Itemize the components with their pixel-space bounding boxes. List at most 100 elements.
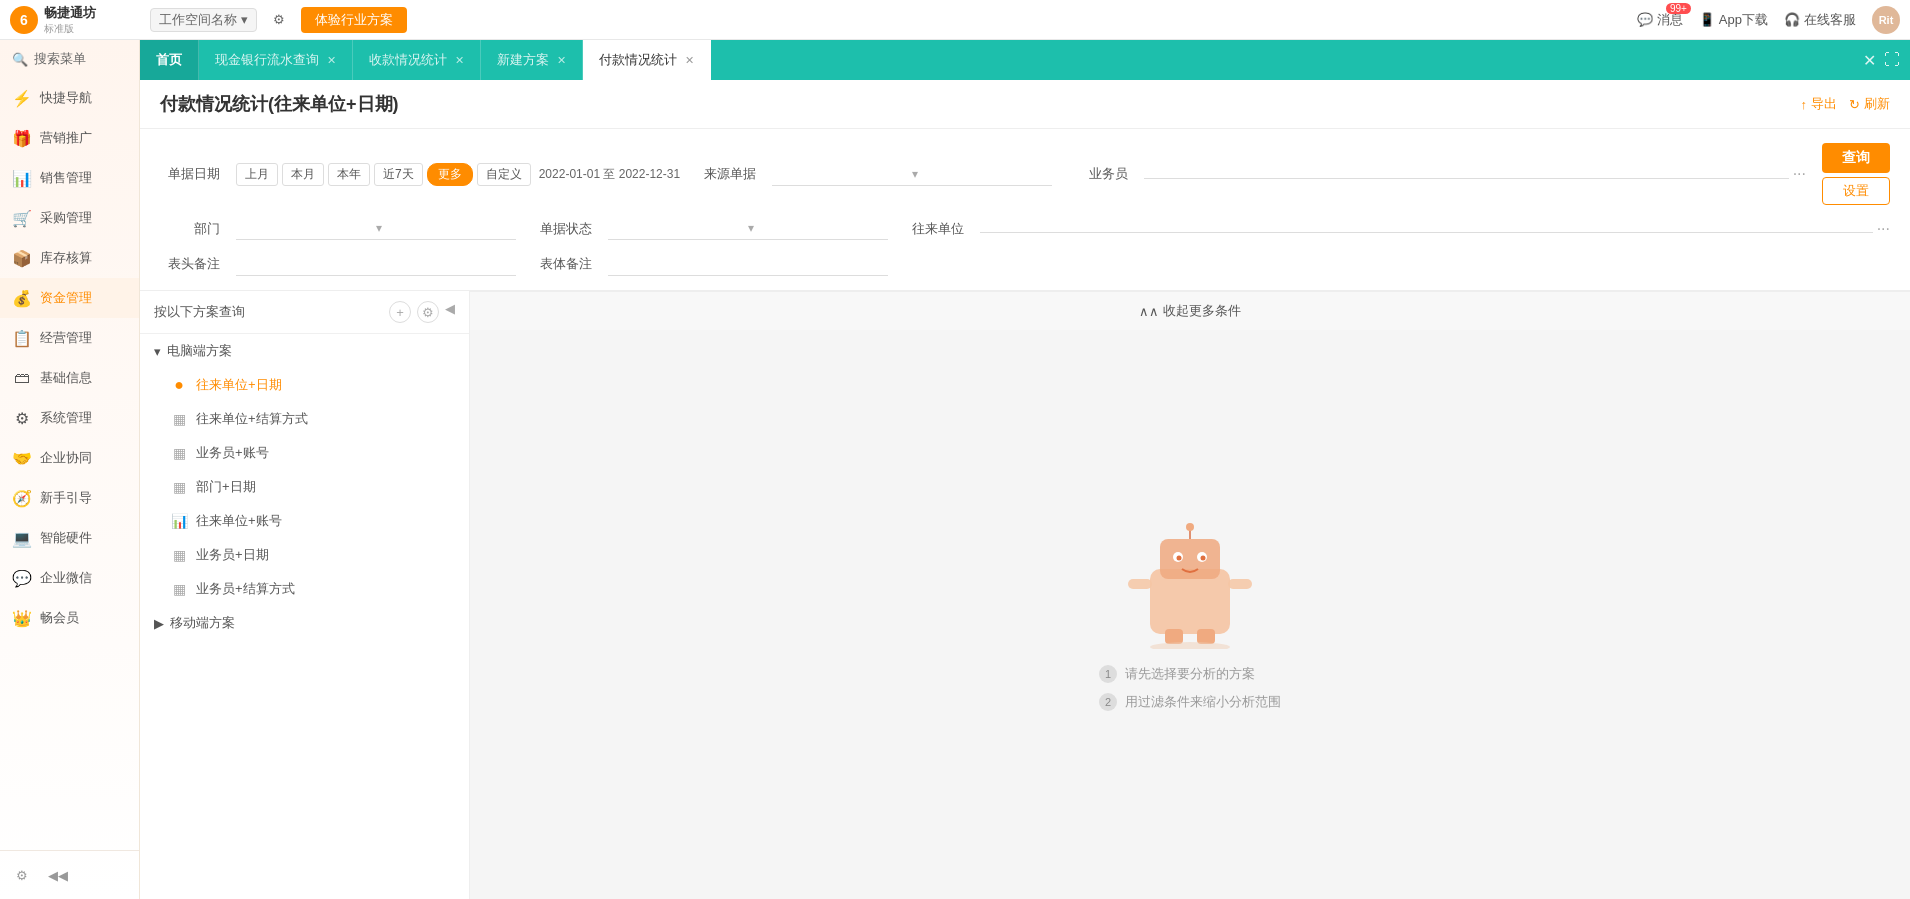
salesman-more-button[interactable]: ··· xyxy=(1793,165,1806,183)
tab-bank-label: 现金银行流水查询 xyxy=(215,51,319,69)
salesman-select[interactable] xyxy=(1144,170,1789,179)
table-body-note-label: 表体备注 xyxy=(532,255,592,273)
tab-new-plan-close-icon[interactable]: ✕ xyxy=(557,54,566,67)
source-label: 来源单据 xyxy=(696,165,756,183)
date-label: 单据日期 xyxy=(160,165,220,183)
salesman-label: 业务员 xyxy=(1068,165,1128,183)
tab-new-plan[interactable]: 新建方案 ✕ xyxy=(481,40,583,80)
avatar[interactable]: Rit xyxy=(1872,6,1900,34)
hint-text-1: 请先选择要分析的方案 xyxy=(1125,665,1255,683)
tabs-bar: 首页 现金银行流水查询 ✕ 收款情况统计 ✕ 新建方案 ✕ 付款情况统计 ✕ ✕… xyxy=(140,40,1910,80)
hint-text-2: 用过滤条件来缩小分析范围 xyxy=(1125,693,1281,711)
workspace-selector[interactable]: 工作空间名称 ▾ xyxy=(150,8,257,32)
tab-home[interactable]: 首页 xyxy=(140,40,199,80)
collapse-conditions-button[interactable]: ∧∧ 收起更多条件 xyxy=(470,291,1910,330)
source-arrow-icon: ▾ xyxy=(912,167,1052,181)
system-icon: ⚙ xyxy=(12,408,32,428)
add-scheme-button[interactable]: + xyxy=(389,301,411,323)
scheme-settings-button[interactable]: ⚙ xyxy=(417,301,439,323)
online-service-label: 在线客服 xyxy=(1804,11,1856,29)
sidebar-item-guide[interactable]: 🧭 新手引导 xyxy=(0,478,139,518)
tabs-right-actions: ✕ ⛶ xyxy=(1853,40,1910,80)
this-month-btn[interactable]: 本月 xyxy=(282,163,324,186)
logo-icon: 6 xyxy=(10,6,38,34)
scheme-item-partner-settlement[interactable]: ▦ 往来单位+结算方式 xyxy=(140,402,469,436)
dept-label: 部门 xyxy=(160,220,220,238)
sidebar-label-basic: 基础信息 xyxy=(40,369,92,387)
scheme-icon-partner-account: 📊 xyxy=(170,512,188,530)
partner-more-button[interactable]: ··· xyxy=(1877,220,1890,238)
this-year-btn[interactable]: 本年 xyxy=(328,163,370,186)
filter-row-2: 部门 ▾ 单据状态 ▾ 往来单位 ··· xyxy=(160,217,1890,240)
partner-select[interactable] xyxy=(980,224,1873,233)
tabs-expand-button[interactable]: ⛶ xyxy=(1884,51,1900,69)
source-select[interactable]: ▾ xyxy=(772,163,1052,186)
filter-section: 单据日期 上月 本月 本年 近7天 更多 自定义 2022-01-01 至 20… xyxy=(140,129,1910,291)
online-service-button[interactable]: 🎧 在线客服 xyxy=(1784,11,1856,29)
scheme-item-dept-date[interactable]: ▦ 部门+日期 xyxy=(140,470,469,504)
sidebar-label-guide: 新手引导 xyxy=(40,489,92,507)
sidebar-item-vip[interactable]: 👑 畅会员 xyxy=(0,598,139,638)
sidebar-item-wechat[interactable]: 💬 企业微信 xyxy=(0,558,139,598)
refresh-button[interactable]: ↻ 刷新 xyxy=(1849,95,1890,113)
svg-point-11 xyxy=(1186,523,1194,531)
scheme-label-partner-date: 往来单位+日期 xyxy=(196,376,282,394)
sidebar-item-marketing[interactable]: 🎁 营销推广 xyxy=(0,118,139,158)
search-menu-button[interactable]: 🔍 搜索菜单 xyxy=(0,40,139,78)
sidebar-item-purchase[interactable]: 🛒 采购管理 xyxy=(0,198,139,238)
last-7days-btn[interactable]: 近7天 xyxy=(374,163,423,186)
sidebar-item-sales[interactable]: 📊 销售管理 xyxy=(0,158,139,198)
voucher-status-select[interactable]: ▾ xyxy=(608,217,888,240)
message-badge: 99+ xyxy=(1666,3,1691,14)
empty-svg xyxy=(1110,519,1270,649)
sidebar-settings-button[interactable]: ⚙ xyxy=(8,861,36,889)
desktop-schemes-header[interactable]: ▾ 电脑端方案 xyxy=(140,334,469,368)
app-name: 畅捷通坊 xyxy=(44,4,96,22)
tab-payment[interactable]: 付款情况统计 ✕ xyxy=(583,40,711,80)
empty-hints: 1 请先选择要分析的方案 2 用过滤条件来缩小分析范围 xyxy=(1099,665,1281,711)
last-month-btn[interactable]: 上月 xyxy=(236,163,278,186)
tab-collection[interactable]: 收款情况统计 ✕ xyxy=(353,40,481,80)
scheme-label-salesman-date: 业务员+日期 xyxy=(196,546,269,564)
export-button[interactable]: ↑ 导出 xyxy=(1801,95,1838,113)
table-body-note-input[interactable] xyxy=(608,252,888,276)
tab-collection-close-icon[interactable]: ✕ xyxy=(455,54,464,67)
message-button[interactable]: 💬 消息 99+ xyxy=(1637,11,1683,29)
mobile-schemes-header[interactable]: ▶ 移动端方案 xyxy=(140,606,469,640)
sidebar-item-quick-nav[interactable]: ⚡ 快捷导航 xyxy=(0,78,139,118)
more-dates-btn[interactable]: 更多 xyxy=(427,163,473,186)
setup-button[interactable]: 设置 xyxy=(1822,177,1890,205)
tabs-close-all-button[interactable]: ✕ xyxy=(1863,51,1876,70)
sidebar-item-operation[interactable]: 📋 经营管理 xyxy=(0,318,139,358)
scheme-item-salesman-account[interactable]: ▦ 业务员+账号 xyxy=(140,436,469,470)
tab-payment-close-icon[interactable]: ✕ xyxy=(685,54,694,67)
dept-arrow-icon: ▾ xyxy=(376,221,516,235)
sidebar-label-marketing: 营销推广 xyxy=(40,129,92,147)
dept-select[interactable]: ▾ xyxy=(236,217,516,240)
sidebar-item-basic[interactable]: 🗃 基础信息 xyxy=(0,358,139,398)
sidebar-item-inventory[interactable]: 📦 库存核算 xyxy=(0,238,139,278)
desktop-schemes-group: ▾ 电脑端方案 ● 往来单位+日期 ▦ 往来单位+结算方式 ▦ xyxy=(140,334,469,606)
scheme-item-salesman-date[interactable]: ▦ 业务员+日期 xyxy=(140,538,469,572)
svg-rect-9 xyxy=(1197,629,1215,644)
sidebar-item-system[interactable]: ⚙ 系统管理 xyxy=(0,398,139,438)
sidebar-collapse-button[interactable]: ◀◀ xyxy=(44,861,72,889)
marketing-icon: 🎁 xyxy=(12,128,32,148)
scheme-item-salesman-settlement[interactable]: ▦ 业务员+结算方式 xyxy=(140,572,469,606)
tab-bank[interactable]: 现金银行流水查询 ✕ xyxy=(199,40,353,80)
guide-icon: 🧭 xyxy=(12,488,32,508)
svg-rect-6 xyxy=(1128,579,1152,589)
table-header-note-input[interactable] xyxy=(236,252,516,276)
scheme-item-partner-account[interactable]: 📊 往来单位+账号 xyxy=(140,504,469,538)
trial-button[interactable]: 体验行业方案 xyxy=(301,7,407,33)
sidebar-item-corp[interactable]: 🤝 企业协同 xyxy=(0,438,139,478)
sidebar-item-finance[interactable]: 💰 资金管理 xyxy=(0,278,139,318)
settings-button[interactable]: ⚙ xyxy=(265,6,293,34)
tab-bank-close-icon[interactable]: ✕ xyxy=(327,54,336,67)
query-button[interactable]: 查询 xyxy=(1822,143,1890,173)
custom-date-btn[interactable]: 自定义 xyxy=(477,163,531,186)
sidebar-item-hardware[interactable]: 💻 智能硬件 xyxy=(0,518,139,558)
scheme-item-partner-date[interactable]: ● 往来单位+日期 xyxy=(140,368,469,402)
panel-collapse-button[interactable]: ◀ xyxy=(445,301,455,323)
app-download-button[interactable]: 📱 App下载 xyxy=(1699,11,1768,29)
